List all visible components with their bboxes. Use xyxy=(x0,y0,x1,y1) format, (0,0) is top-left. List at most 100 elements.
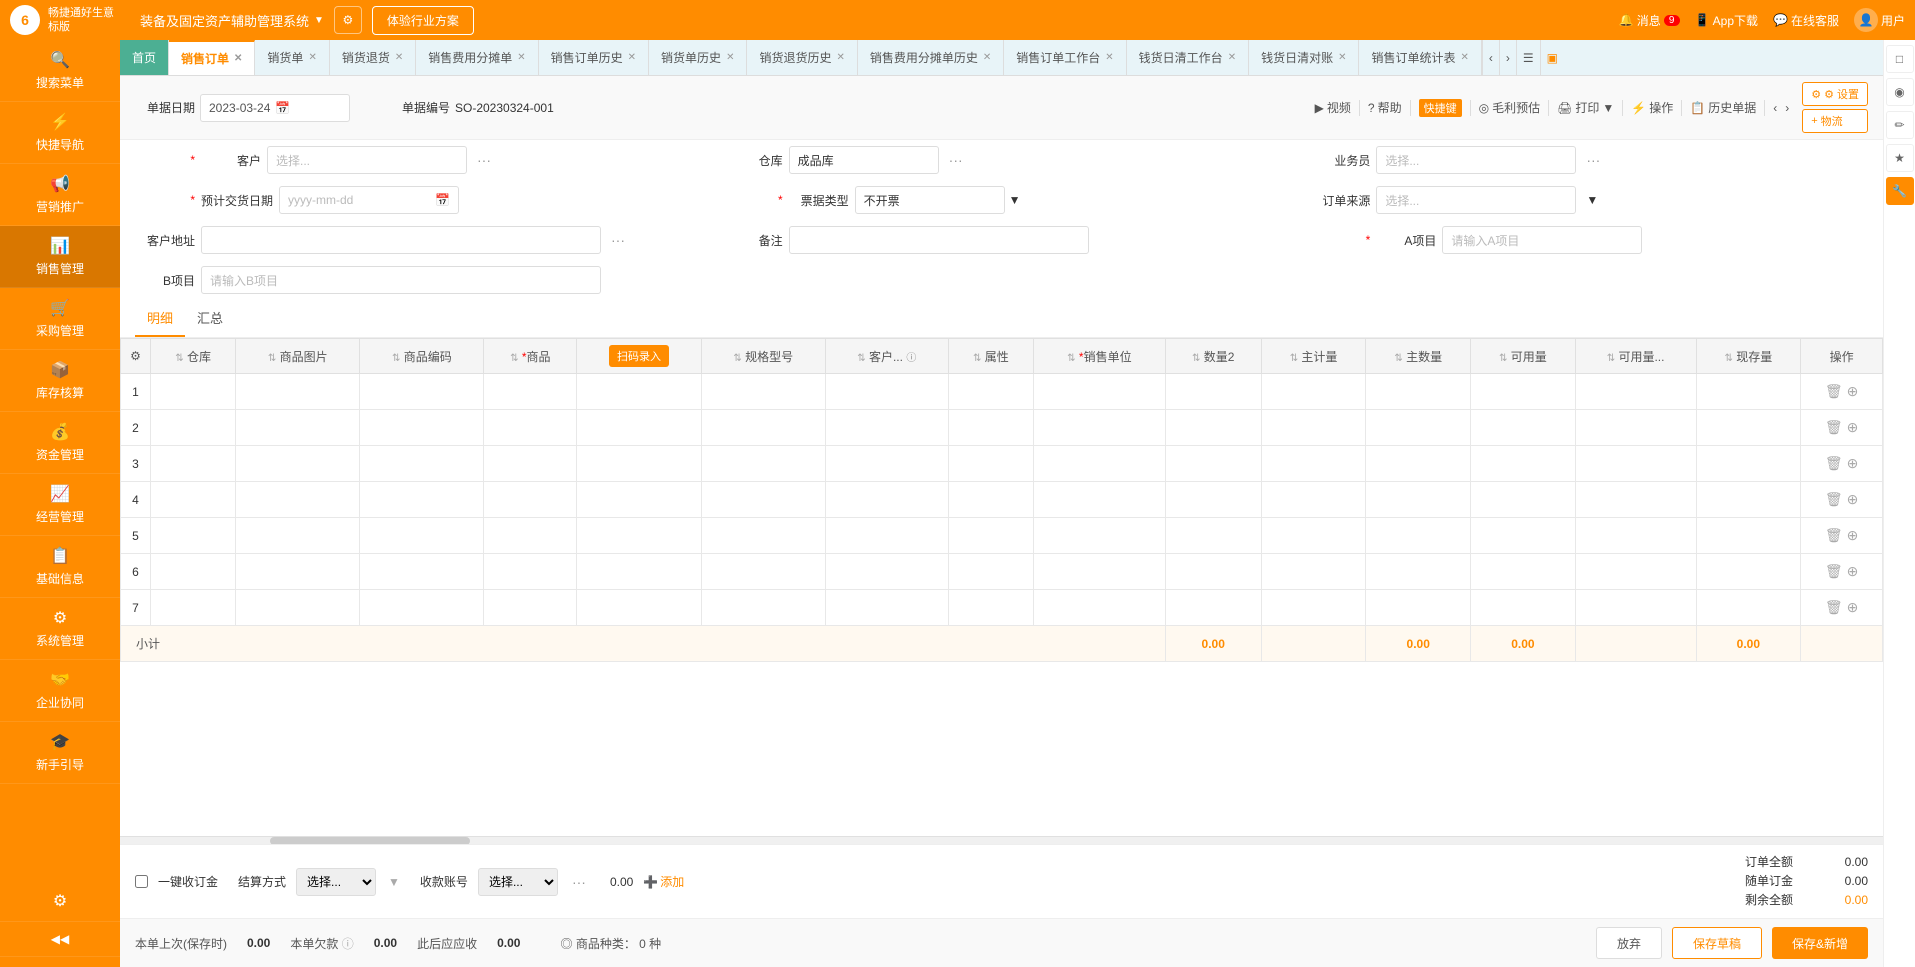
row-1-image[interactable] xyxy=(236,374,360,410)
row-3-attr[interactable] xyxy=(948,446,1033,482)
shortcut-btn[interactable]: 快捷键 xyxy=(1419,99,1462,117)
row-7-current-stock[interactable] xyxy=(1696,590,1801,626)
row-1-unit[interactable] xyxy=(1034,374,1166,410)
delivery-calendar-icon[interactable]: 📅 xyxy=(435,193,450,207)
scan-input-btn[interactable]: 扫码录入 xyxy=(609,345,669,367)
order-source-input[interactable]: 选择... xyxy=(1376,186,1576,214)
row-1-copy-btn[interactable]: ⊕ xyxy=(1847,383,1859,400)
row-5-available2[interactable] xyxy=(1575,518,1696,554)
settlement-select[interactable]: 选择... xyxy=(296,868,376,896)
sidebar-item-enterprise[interactable]: 🤝 企业协同 xyxy=(0,660,120,722)
row-3-qty2[interactable] xyxy=(1165,446,1261,482)
add-payment-btn[interactable]: ➕ 添加 xyxy=(643,873,684,890)
col-spec[interactable]: ⇅ 规格型号 xyxy=(701,339,825,374)
sidebar-item-nav[interactable]: ⚡ 快捷导航 xyxy=(0,102,120,164)
row-6-main-qty[interactable] xyxy=(1366,554,1471,590)
order-source-dropdown-arrow[interactable]: ▼ xyxy=(1586,193,1598,207)
tab-expense-split[interactable]: 销售费用分摊单 ✕ xyxy=(416,40,538,76)
row-4-available2[interactable] xyxy=(1575,482,1696,518)
row-2-customer-spec[interactable] xyxy=(825,410,948,446)
row-3-code[interactable] xyxy=(360,446,484,482)
tab-home[interactable]: 首页 xyxy=(120,40,169,76)
row-7-image[interactable] xyxy=(236,590,360,626)
right-btn-3[interactable]: ✏ xyxy=(1886,111,1914,139)
row-7-delete-btn[interactable]: 🗑 xyxy=(1825,599,1843,616)
col-customer-spec[interactable]: ⇅ 客户... ⓘ xyxy=(825,339,948,374)
row-4-delete-btn[interactable]: 🗑 xyxy=(1825,491,1843,508)
sidebar-item-purchase[interactable]: 🛒 采购管理 xyxy=(0,288,120,350)
row-4-image[interactable] xyxy=(236,482,360,518)
row-5-main-unit[interactable] xyxy=(1261,518,1366,554)
col-main-qty[interactable]: ⇅ 主数量 xyxy=(1366,339,1471,374)
print-dropdown-arrow[interactable]: ▼ xyxy=(1602,101,1614,115)
row-1-product[interactable] xyxy=(484,374,577,410)
sidebar-collapse-btn[interactable]: ◀◀ xyxy=(0,922,120,957)
online-service-btn[interactable]: 💬 在线客服 xyxy=(1773,12,1839,29)
operation-btn[interactable]: ⚡ 操作 xyxy=(1631,99,1673,116)
row-2-copy-btn[interactable]: ⊕ xyxy=(1847,419,1859,436)
col-available[interactable]: ⇅ 可用量 xyxy=(1471,339,1576,374)
date-field[interactable]: 2023-03-24 📅 xyxy=(200,94,350,122)
col-warehouse[interactable]: ⇅ 仓库 xyxy=(151,339,236,374)
row-1-main-unit[interactable] xyxy=(1261,374,1366,410)
sidebar-item-settings[interactable]: ⚙ xyxy=(0,881,120,922)
col-unit[interactable]: ⇅ *销售单位 xyxy=(1034,339,1166,374)
row-2-main-qty[interactable] xyxy=(1366,410,1471,446)
b-project-input[interactable]: 请输入B项目 xyxy=(201,266,601,294)
tab-close-order-workbench[interactable]: ✕ xyxy=(1105,52,1113,63)
row-3-copy-btn[interactable]: ⊕ xyxy=(1847,455,1859,472)
row-2-spec[interactable] xyxy=(701,410,825,446)
row-4-customer-spec[interactable] xyxy=(825,482,948,518)
sidebar-item-search[interactable]: 🔍 搜索菜单 xyxy=(0,40,120,102)
row-7-code[interactable] xyxy=(360,590,484,626)
row-5-image[interactable] xyxy=(236,518,360,554)
row-5-delete-btn[interactable]: 🗑 xyxy=(1825,527,1843,544)
scroll-thumb[interactable] xyxy=(270,837,470,844)
row-5-code[interactable] xyxy=(360,518,484,554)
row-5-qty2[interactable] xyxy=(1165,518,1261,554)
prev-record-btn[interactable]: ‹ xyxy=(1773,101,1777,115)
tab-close-daily-clear[interactable]: ✕ xyxy=(1228,52,1236,63)
salesperson-more-btn[interactable]: ··· xyxy=(1582,152,1604,168)
col-qty2[interactable]: ⇅ 数量2 xyxy=(1165,339,1261,374)
row-2-delete-btn[interactable]: 🗑 xyxy=(1825,419,1843,436)
sidebar-item-operations[interactable]: 📈 经营管理 xyxy=(0,474,120,536)
row-2-available[interactable] xyxy=(1471,410,1576,446)
row-6-product[interactable] xyxy=(484,554,577,590)
tab-sales-order[interactable]: 销售订单 ✕ xyxy=(169,40,255,76)
row-4-attr[interactable] xyxy=(948,482,1033,518)
sidebar-item-finance[interactable]: 💰 资金管理 xyxy=(0,412,120,474)
row-7-warehouse[interactable] xyxy=(151,590,236,626)
tab-close-expense-split[interactable]: ✕ xyxy=(517,52,525,63)
row-5-spec[interactable] xyxy=(701,518,825,554)
tab-expense-history[interactable]: 销售费用分摊单历史 ✕ xyxy=(858,40,1004,76)
tab-close-return-history[interactable]: ✕ xyxy=(836,52,844,63)
row-2-product[interactable] xyxy=(484,410,577,446)
row-4-main-unit[interactable] xyxy=(1261,482,1366,518)
sidebar-item-marketing[interactable]: 📢 营销推广 xyxy=(0,164,120,226)
row-1-main-qty[interactable] xyxy=(1366,374,1471,410)
tab-summary[interactable]: 汇总 xyxy=(185,300,235,337)
sidebar-item-basic[interactable]: 📋 基础信息 xyxy=(0,536,120,598)
row-3-image[interactable] xyxy=(236,446,360,482)
warehouse-more-btn[interactable]: ··· xyxy=(945,152,967,168)
tab-close-delivery-history[interactable]: ✕ xyxy=(726,52,734,63)
row-6-main-unit[interactable] xyxy=(1261,554,1366,590)
user-btn[interactable]: 👤 用户 xyxy=(1854,8,1905,32)
col-scan[interactable]: 扫码录入 xyxy=(577,339,702,374)
row-2-qty2[interactable] xyxy=(1165,410,1261,446)
tab-close-sales-return[interactable]: ✕ xyxy=(395,52,403,63)
history-order-btn[interactable]: 📋 历史单据 xyxy=(1690,99,1756,116)
row-2-main-unit[interactable] xyxy=(1261,410,1366,446)
row-4-code[interactable] xyxy=(360,482,484,518)
right-btn-4[interactable]: ★ xyxy=(1886,144,1914,172)
right-btn-5[interactable]: 🔧 xyxy=(1886,177,1914,205)
row-4-product[interactable] xyxy=(484,482,577,518)
col-main-unit[interactable]: ⇅ 主计量 xyxy=(1261,339,1366,374)
row-7-qty2[interactable] xyxy=(1165,590,1261,626)
row-5-main-qty[interactable] xyxy=(1366,518,1471,554)
sidebar-item-inventory[interactable]: 📦 库存核算 xyxy=(0,350,120,412)
tab-stats[interactable]: 销售订单统计表 ✕ xyxy=(1359,40,1481,76)
tab-close-stats[interactable]: ✕ xyxy=(1461,52,1469,63)
next-record-btn[interactable]: › xyxy=(1785,101,1789,115)
